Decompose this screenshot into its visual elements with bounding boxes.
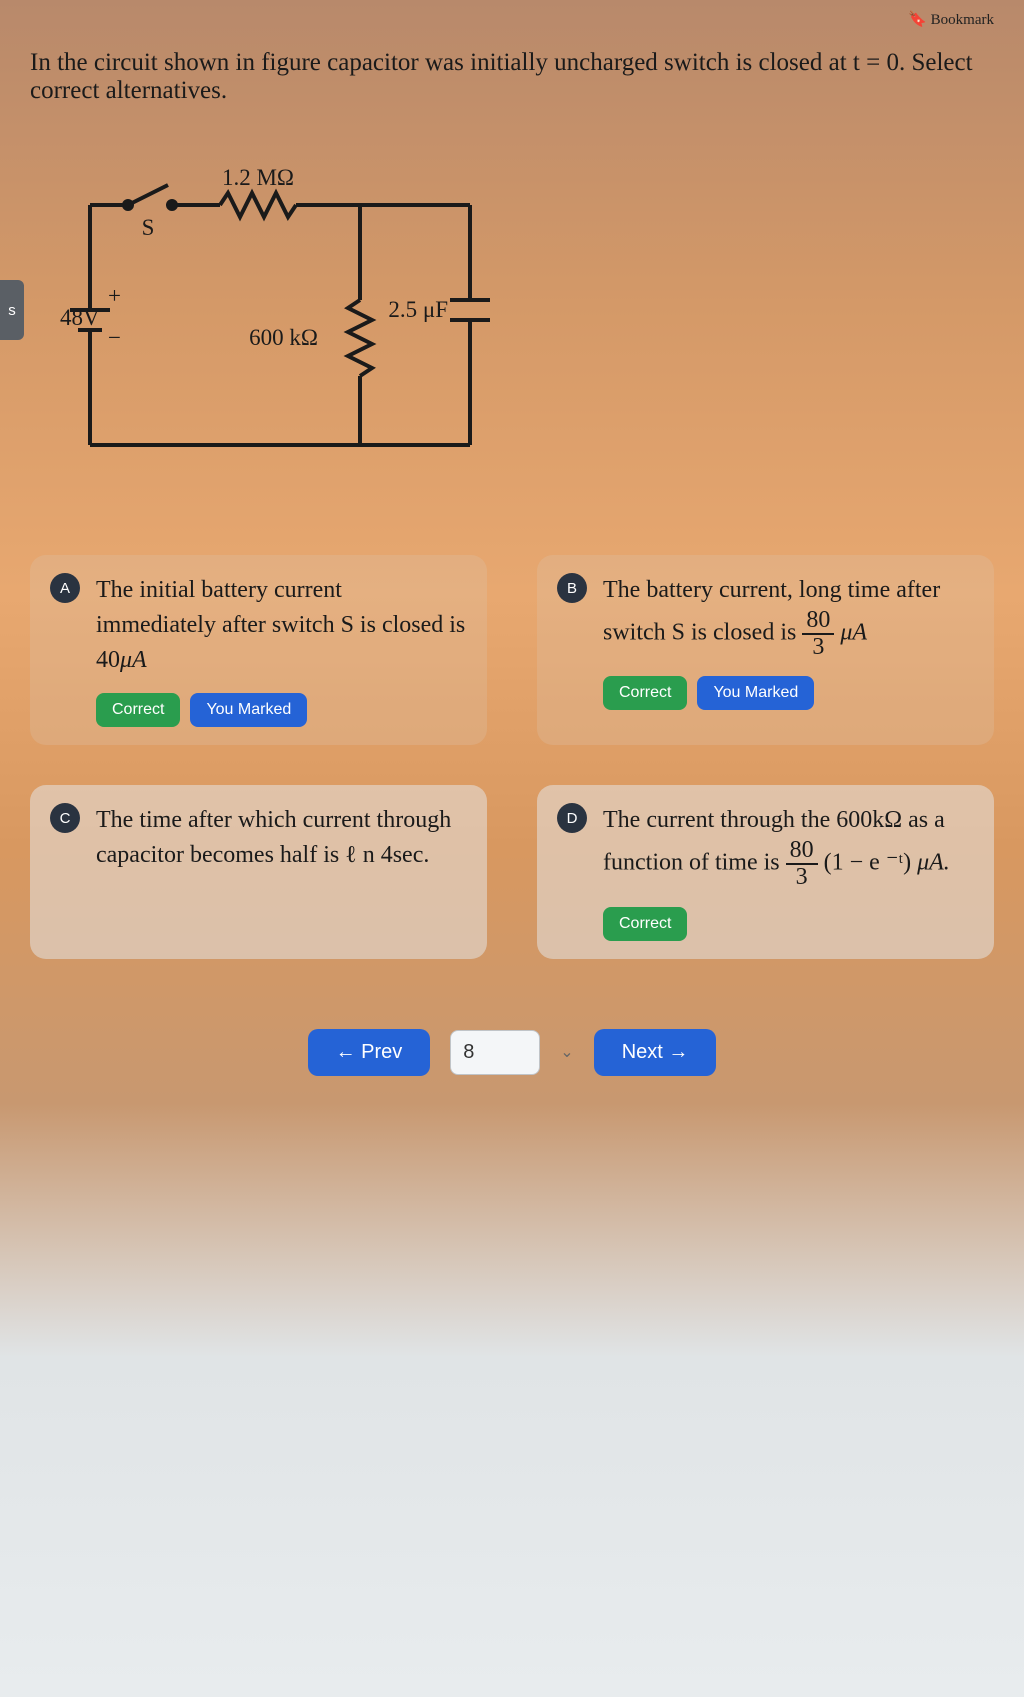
r1-label: 1.2 MΩ xyxy=(222,165,294,190)
option-text: The current through the 600kΩ as a funct… xyxy=(603,803,974,890)
pagination: ← Prev ⌄ Next → xyxy=(0,989,1024,1076)
option-a[interactable]: A The initial battery current immediatel… xyxy=(30,555,487,745)
badge-you-marked: You Marked xyxy=(190,693,307,727)
next-button[interactable]: Next → xyxy=(594,1029,717,1076)
batt-label-vis: 48V xyxy=(60,305,100,330)
chevron-down-icon[interactable]: ⌄ xyxy=(560,1042,573,1062)
top-bar: 🔖 Bookmark xyxy=(0,0,1024,39)
badge-correct: Correct xyxy=(603,907,687,941)
batt-plus: + xyxy=(108,283,121,308)
bookmark-icon: 🔖 xyxy=(908,12,927,28)
question-text: In the circuit shown in figure capacitor… xyxy=(0,39,1024,125)
badge-correct: Correct xyxy=(603,676,687,710)
fraction: 803 xyxy=(802,608,834,660)
option-body: The current through the 600kΩ as a funct… xyxy=(603,803,974,940)
option-letter: A xyxy=(50,573,80,603)
fraction: 803 xyxy=(786,838,818,890)
cap-label: 2.5 μF xyxy=(388,297,448,322)
option-body: The battery current, long time after swi… xyxy=(603,573,974,710)
prev-button[interactable]: ← Prev xyxy=(308,1029,431,1076)
option-body: The initial battery current immediately … xyxy=(96,573,467,727)
option-b[interactable]: B The battery current, long time after s… xyxy=(537,555,994,745)
option-letter: D xyxy=(557,803,587,833)
bookmark-label: Bookmark xyxy=(931,12,994,28)
page-input[interactable] xyxy=(450,1030,540,1075)
option-c[interactable]: C The time after which current through c… xyxy=(30,785,487,958)
option-text: The initial battery current immediately … xyxy=(96,573,467,677)
badges: Correct xyxy=(603,907,974,941)
side-tab[interactable]: s xyxy=(0,280,24,340)
batt-minus: − xyxy=(108,325,121,350)
bookmark-link[interactable]: 🔖 Bookmark xyxy=(908,10,994,29)
option-text: The time after which current through cap… xyxy=(96,803,467,873)
switch-label: S xyxy=(142,215,155,240)
badges: Correct You Marked xyxy=(96,693,467,727)
r2-label: 600 kΩ xyxy=(249,325,318,350)
circuit-diagram: S 1.2 MΩ 600 kΩ 2.5 μF 48V + − 48V xyxy=(0,125,1024,515)
option-letter: B xyxy=(557,573,587,603)
option-body: The time after which current through cap… xyxy=(96,803,467,873)
badge-you-marked: You Marked xyxy=(697,676,814,710)
badges: Correct You Marked xyxy=(603,676,974,710)
option-d[interactable]: D The current through the 600kΩ as a fun… xyxy=(537,785,994,958)
option-letter: C xyxy=(50,803,80,833)
options-grid: A The initial battery current immediatel… xyxy=(0,515,1024,989)
badge-correct: Correct xyxy=(96,693,180,727)
option-text: The battery current, long time after swi… xyxy=(603,573,974,660)
